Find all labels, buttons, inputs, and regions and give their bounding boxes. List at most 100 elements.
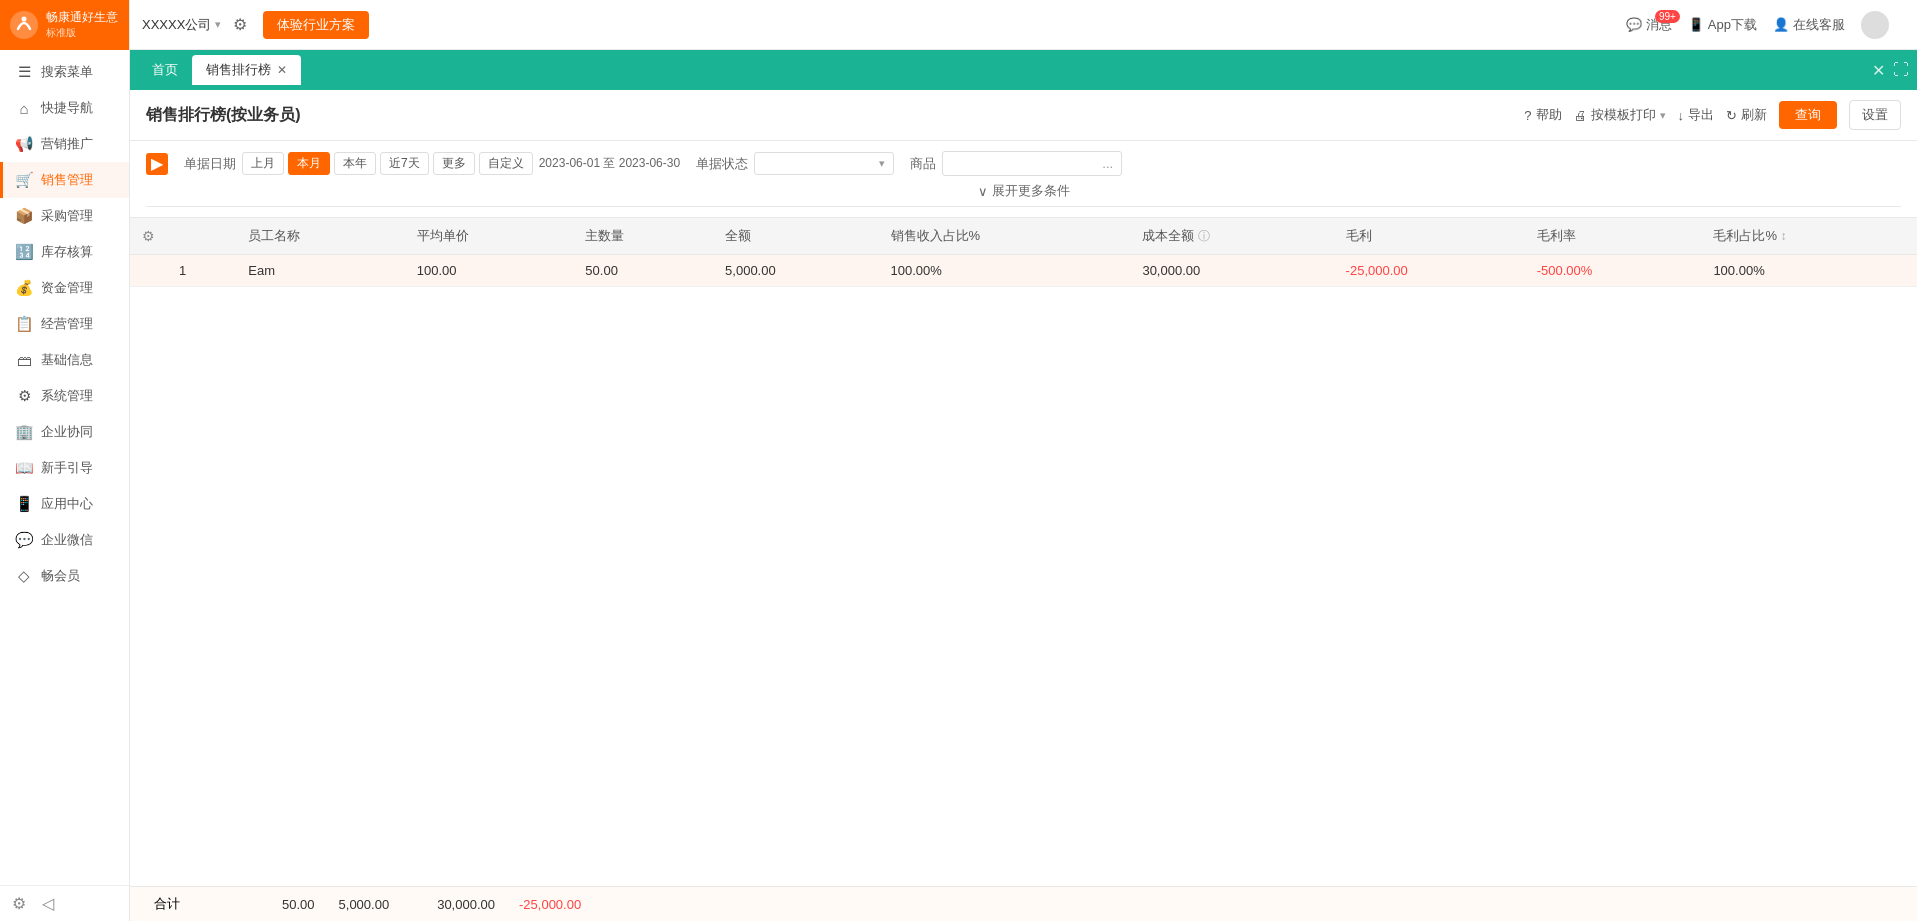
sidebar-item-inventory[interactable]: 🔢 库存核算 — [0, 234, 129, 270]
tab-window-controls: ✕ ⛶ — [1872, 61, 1909, 80]
message-button[interactable]: 💬 消息 99+ — [1626, 16, 1672, 34]
export-icon: ↓ — [1678, 108, 1685, 123]
tab-home[interactable]: 首页 — [138, 55, 192, 85]
custom-date-btn[interactable]: 自定义 — [479, 152, 533, 175]
user-avatar[interactable] — [1861, 11, 1889, 39]
sidebar-item-sales[interactable]: 🛒销售管理 — [0, 162, 129, 198]
topbar: XXXXX公司 ▾ ⚙ 体验行业方案 💬 消息 99+ 📱 App下载 👤 在线… — [130, 0, 1917, 50]
sidebar-item-basic[interactable]: 🗃基础信息 — [0, 342, 129, 378]
sidebar-item-enterprise[interactable]: 🏢企业协同 — [0, 414, 129, 450]
operations-icon: 📋 — [15, 315, 33, 333]
cost-info-icon[interactable]: ⓘ — [1198, 229, 1210, 243]
trial-button[interactable]: 体验行业方案 — [263, 11, 369, 39]
status-select[interactable]: ▾ — [754, 152, 894, 175]
system-icon: ⚙ — [15, 387, 33, 405]
th-amount: 全额 — [713, 218, 878, 255]
filter-row: ▶ 单据日期 上月 本月 本年 近7天 更多 自定义 2023-06-01 至 … — [146, 151, 1901, 176]
gross-pct-info-icon[interactable]: ↕ — [1781, 229, 1787, 243]
window-close-icon[interactable]: ✕ — [1872, 61, 1885, 80]
service-icon: 👤 — [1773, 17, 1789, 32]
help-button[interactable]: ? 帮助 — [1524, 106, 1561, 124]
member-label: 畅会员 — [41, 567, 80, 585]
this-month-btn[interactable]: 本月 — [288, 152, 330, 175]
td-amount: 5,000.00 — [713, 255, 878, 287]
company-selector[interactable]: XXXXX公司 ▾ — [142, 16, 221, 34]
sidebar-item-finance[interactable]: 💰资金管理 — [0, 270, 129, 306]
last7-btn[interactable]: 近7天 — [380, 152, 429, 175]
print-button[interactable]: 🖨 按模板打印 ▾ — [1574, 106, 1666, 124]
goods-filter: 商品 ... — [910, 151, 1122, 176]
apps-label: 应用中心 — [41, 495, 93, 513]
page-title: 销售排行榜(按业务员) — [146, 105, 1524, 126]
column-settings-icon[interactable]: ⚙ — [142, 228, 155, 244]
footer-cost: 30,000.00 — [425, 897, 507, 912]
export-label: 导出 — [1688, 106, 1714, 124]
th-employee: 员工名称 — [236, 218, 405, 255]
expand-chevron: ∨ — [978, 184, 988, 199]
sidebar-item-purchase[interactable]: 📦采购管理 — [0, 198, 129, 234]
this-year-btn[interactable]: 本年 — [334, 152, 376, 175]
sidebar-item-member[interactable]: ◇畅会员 — [0, 558, 129, 594]
goods-input[interactable]: ... — [942, 151, 1122, 176]
tab-close-icon[interactable]: ✕ — [277, 63, 287, 77]
settings-button[interactable]: 设置 — [1849, 100, 1901, 130]
sidebar-collapse-icon[interactable]: ◁ — [42, 894, 54, 913]
sidebar-item-search[interactable]: ☰搜索菜单 — [0, 54, 129, 90]
th-main-qty: 主数量 — [573, 218, 713, 255]
goods-filter-label: 商品 — [910, 155, 936, 173]
svg-point-0 — [10, 11, 38, 39]
guide-icon: 📖 — [15, 459, 33, 477]
filter-area: ▶ 单据日期 上月 本月 本年 近7天 更多 自定义 2023-06-01 至 … — [130, 141, 1917, 218]
footer-gross: -25,000.00 — [507, 897, 593, 912]
inventory-icon: 🔢 — [15, 243, 33, 261]
expand-bar-content: ∨ 展开更多条件 — [978, 182, 1070, 200]
inventory-label: 库存核算 — [41, 243, 93, 261]
tabbar: 首页 销售排行榜 ✕ ✕ ⛶ — [130, 50, 1917, 90]
topbar-settings-icon[interactable]: ⚙ — [233, 15, 247, 34]
sidebar-item-system[interactable]: ⚙系统管理 — [0, 378, 129, 414]
td-gross-pct: 100.00% — [1701, 255, 1917, 287]
app-download-button[interactable]: 📱 App下载 — [1688, 16, 1757, 34]
enterprise-icon: 🏢 — [15, 423, 33, 441]
date-filter: 单据日期 上月 本月 本年 近7天 更多 自定义 2023-06-01 至 20… — [184, 152, 680, 175]
sales-icon: 🛒 — [15, 171, 33, 189]
sales-ranking-table: ⚙ 员工名称 平均单价 主数量 全额 销售收入占比% 成本全额 ⓘ 毛利 — [130, 218, 1917, 287]
sidebar-item-wechat[interactable]: 💬企业微信 — [0, 522, 129, 558]
search-icon: ☰ — [15, 63, 33, 81]
sidebar-item-marketing[interactable]: 📢营销推广 — [0, 126, 129, 162]
sidebar-item-guide[interactable]: 📖新手引导 — [0, 450, 129, 486]
online-service-button[interactable]: 👤 在线客服 — [1773, 16, 1845, 34]
table-body: 1 Eam 100.00 50.00 5,000.00 100.00% 30,0… — [130, 255, 1917, 287]
basic-label: 基础信息 — [41, 351, 93, 369]
sidebar-item-apps[interactable]: 📱应用中心 — [0, 486, 129, 522]
message-badge: 99+ — [1655, 10, 1680, 23]
goods-more-btn[interactable]: ... — [1102, 156, 1113, 171]
table-header-row: ⚙ 员工名称 平均单价 主数量 全额 销售收入占比% 成本全额 ⓘ 毛利 — [130, 218, 1917, 255]
export-button[interactable]: ↓ 导出 — [1678, 106, 1715, 124]
tab-sales-ranking[interactable]: 销售排行榜 ✕ — [192, 55, 301, 85]
th-cost: 成本全额 ⓘ — [1130, 218, 1333, 255]
sidebar-item-operations[interactable]: 📋经营管理 — [0, 306, 129, 342]
print-dropdown-arrow: ▾ — [1660, 109, 1666, 122]
expand-more-bar[interactable]: ∨ 展开更多条件 — [146, 176, 1901, 207]
th-gross: 毛利 — [1334, 218, 1525, 255]
sidebar-item-quick-nav[interactable]: ⌂快捷导航 — [0, 90, 129, 126]
refresh-button[interactable]: ↻ 刷新 — [1726, 106, 1767, 124]
td-sales-pct: 100.00% — [879, 255, 1131, 287]
marketing-label: 营销推广 — [41, 135, 93, 153]
more-date-btn[interactable]: 更多 — [433, 152, 475, 175]
last-month-btn[interactable]: 上月 — [242, 152, 284, 175]
company-name: XXXXX公司 — [142, 16, 211, 34]
td-gross-rate: -500.00% — [1525, 255, 1702, 287]
topbar-right: 💬 消息 99+ 📱 App下载 👤 在线客服 — [1626, 11, 1905, 39]
purchase-icon: 📦 — [15, 207, 33, 225]
window-maximize-icon[interactable]: ⛶ — [1893, 61, 1909, 80]
td-gross: -25,000.00 — [1334, 255, 1525, 287]
th-rank — [167, 218, 236, 255]
sidebar-settings-icon[interactable]: ⚙ — [12, 894, 26, 913]
filter-collapse-icon[interactable]: ▶ — [146, 153, 168, 175]
status-select-arrow: ▾ — [879, 157, 885, 170]
th-avg-price: 平均单价 — [405, 218, 574, 255]
company-dropdown-arrow: ▾ — [215, 18, 221, 31]
query-button[interactable]: 查询 — [1779, 101, 1837, 129]
